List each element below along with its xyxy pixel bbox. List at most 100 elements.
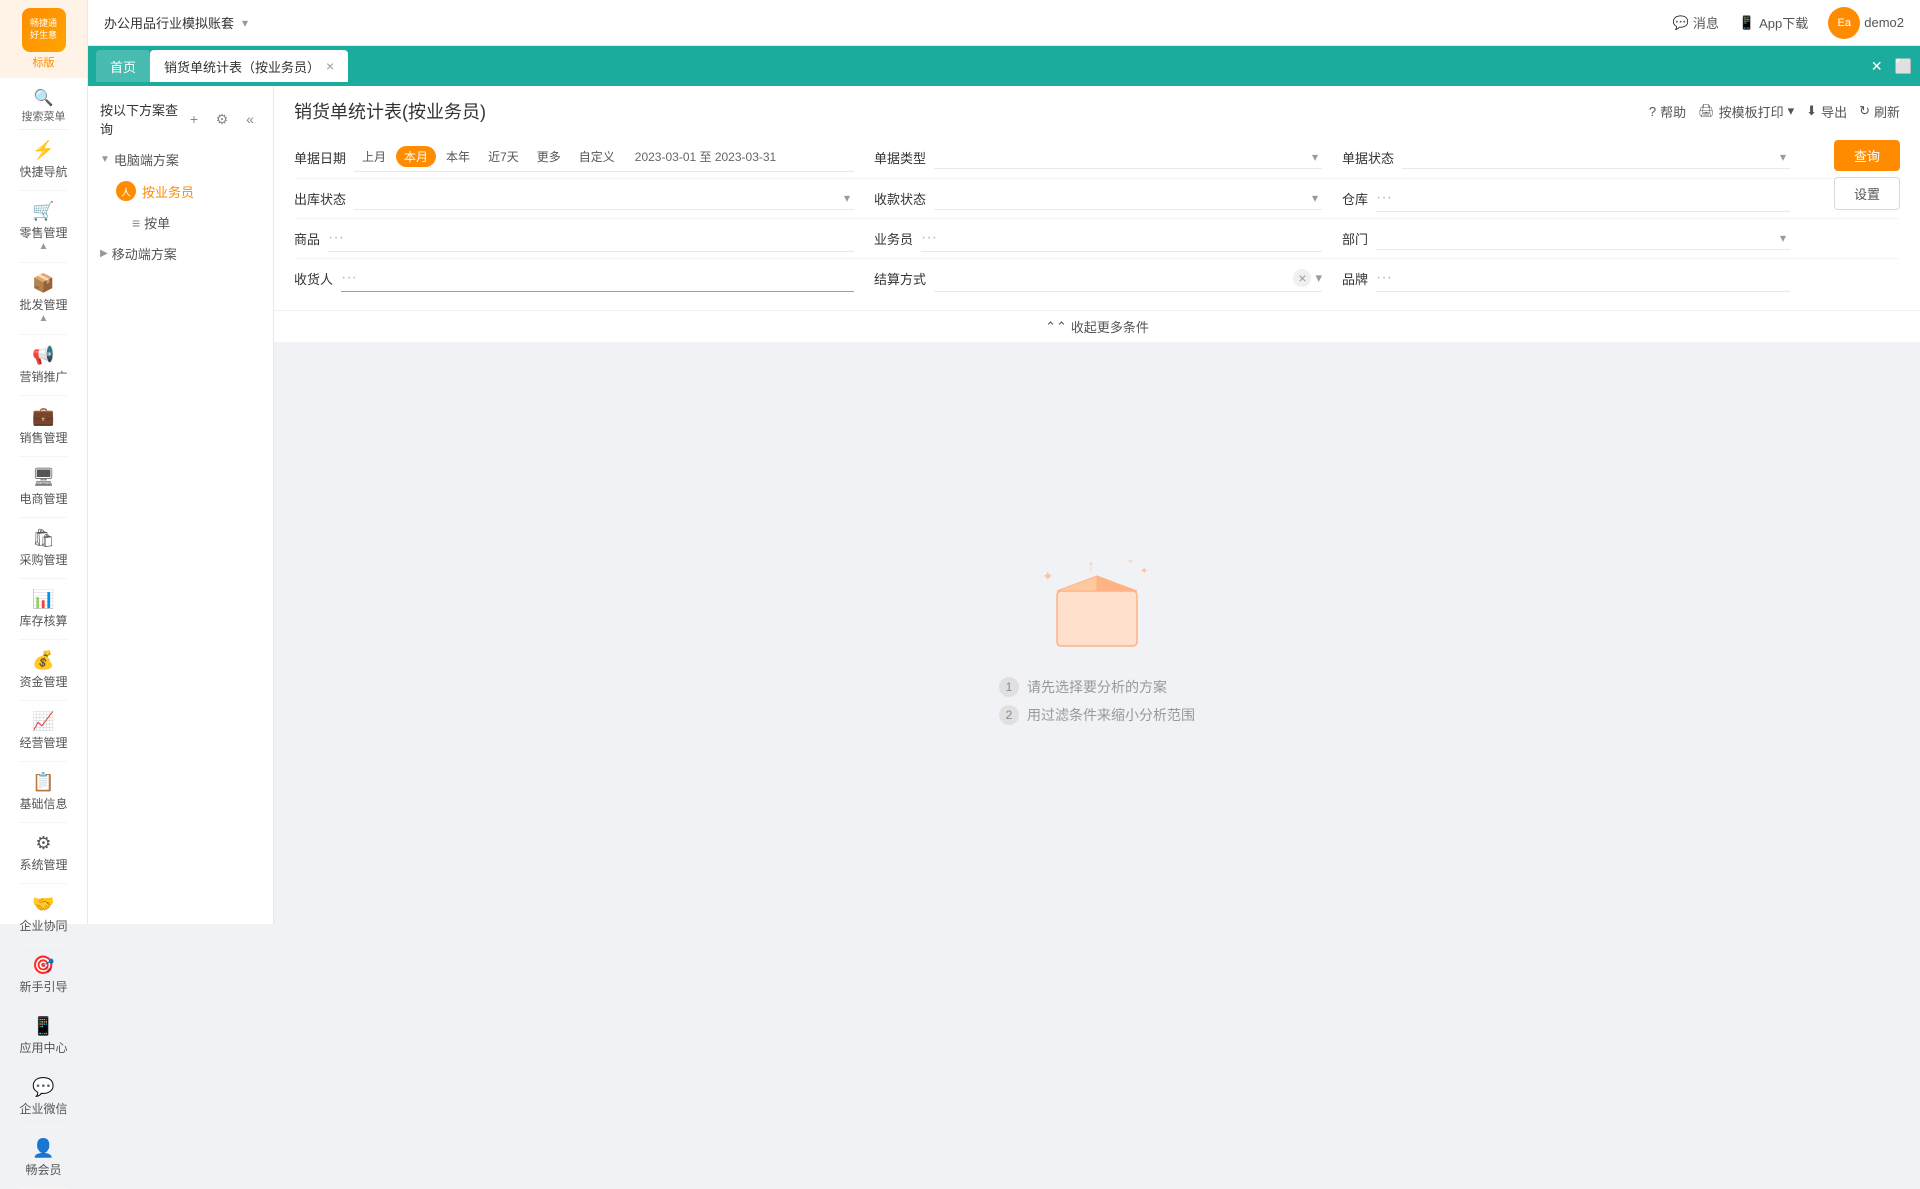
filter-warehouse: 仓库 ··· bbox=[1342, 185, 1900, 212]
refresh-btn[interactable]: ↻ 刷新 bbox=[1859, 102, 1900, 121]
filter-area: 单据日期 上月 本月 本年 近7天 更多 自定义 20 bbox=[274, 136, 1920, 310]
add-scheme-btn[interactable]: + bbox=[183, 108, 205, 130]
tab-home-label: 首页 bbox=[110, 57, 136, 76]
filter-row-4: 收货人 ··· 结算方式 × bbox=[294, 259, 1900, 298]
scheme-doc-icon: ≡ bbox=[132, 215, 140, 231]
scheme-item-doc[interactable]: ≡ 按单 bbox=[88, 207, 273, 238]
help-icon: ? bbox=[1649, 104, 1656, 119]
print-arrow: ▾ bbox=[1788, 103, 1795, 119]
tab-bar: 首页 销货单统计表（按业务员） × ✕ ⬜ bbox=[88, 46, 1920, 86]
sidebar-item-enterprise[interactable]: 🤝企业协同 bbox=[19, 884, 67, 945]
stock-status-select[interactable]: ▾ bbox=[354, 191, 854, 205]
brand-picker[interactable]: ··· bbox=[1376, 269, 1392, 287]
payment-status-select[interactable]: ▾ bbox=[934, 191, 1322, 205]
collapse-more-btn[interactable]: ⌃⌃ 收起更多条件 bbox=[1045, 317, 1149, 336]
hint-2-text: 用过滤条件来缩小分析范围 bbox=[1027, 705, 1195, 725]
help-btn[interactable]: ? 帮助 bbox=[1649, 102, 1686, 121]
receiver-control: ··· bbox=[341, 265, 854, 292]
settlement-label: 结算方式 bbox=[874, 269, 926, 288]
scheme-group-mobile-header[interactable]: ▶ 移动端方案 bbox=[88, 238, 273, 269]
header-dropdown-arrow[interactable]: ▾ bbox=[242, 16, 248, 30]
sidebar-item-marketing[interactable]: 📢营销推广 bbox=[19, 335, 67, 396]
doc-type-select[interactable]: ▾ bbox=[934, 150, 1322, 164]
sidebar-item-enterprise-wechat[interactable]: 💬企业微信 bbox=[19, 1067, 67, 1128]
app-download-btn[interactable]: 📱 App下载 bbox=[1739, 13, 1808, 32]
date-tab-this-month[interactable]: 本月 bbox=[396, 146, 436, 167]
sidebar-item-system[interactable]: ⚙系统管理 bbox=[19, 823, 67, 884]
query-btn[interactable]: 查询 bbox=[1834, 140, 1900, 171]
scheme-group-desktop-header[interactable]: ▼ 电脑端方案 bbox=[88, 144, 273, 175]
group-label: 电脑端方案 bbox=[114, 150, 179, 169]
doc-status-label: 单据状态 bbox=[1342, 148, 1394, 167]
empty-hint-2: 2 用过滤条件来缩小分析范围 bbox=[999, 705, 1195, 725]
filter-receiver: 收货人 ··· bbox=[294, 265, 854, 292]
print-btn[interactable]: 🖨 按模板打印 ▾ bbox=[1698, 102, 1794, 121]
left-panel: 按以下方案查询 + ⚙ « ▼ 电脑端方案 人 按业务员 ≡ 按 bbox=[88, 86, 274, 924]
logo-subtitle: 标版 bbox=[33, 54, 55, 70]
export-btn[interactable]: ⬇ 导出 bbox=[1806, 102, 1847, 121]
filter-product: 商品 ··· bbox=[294, 225, 854, 252]
top-header: 办公用品行业模拟账套 ▾ 💬 消息 📱 App下载 Ea demo2 bbox=[88, 0, 1920, 46]
settlement-clear-btn[interactable]: × bbox=[1293, 269, 1311, 287]
sidebar-item-member[interactable]: 👤畅会员 bbox=[19, 1128, 67, 1189]
sidebar-item-wholesale[interactable]: 📦批发管理▲ bbox=[19, 263, 67, 335]
date-tab-more[interactable]: 更多 bbox=[529, 146, 569, 167]
sidebar-item-finance[interactable]: 💰资金管理 bbox=[19, 640, 67, 701]
product-picker[interactable]: ··· bbox=[328, 229, 344, 247]
collapse-label: 收起更多条件 bbox=[1071, 317, 1149, 336]
sidebar-item-basic-info[interactable]: 📋基础信息 bbox=[19, 762, 67, 823]
header-right: 💬 消息 📱 App下载 Ea demo2 bbox=[1673, 7, 1904, 39]
close-window-icon[interactable]: ✕ bbox=[1871, 58, 1883, 75]
sidebar-item-inventory[interactable]: 📊库存核算 bbox=[19, 579, 67, 640]
page-content: 按以下方案查询 + ⚙ « ▼ 电脑端方案 人 按业务员 ≡ 按 bbox=[88, 86, 1920, 924]
sidebar-item-new-guide[interactable]: 🎯新手引导 bbox=[19, 945, 67, 1006]
warehouse-picker[interactable]: ··· bbox=[1376, 189, 1392, 207]
tab-close-icon[interactable]: × bbox=[326, 58, 334, 74]
right-content: 销货单统计表(按业务员) ? 帮助 🖨 按模板打印 ▾ bbox=[274, 86, 1920, 924]
filter-settlement: 结算方式 × ▾ bbox=[874, 265, 1322, 292]
sidebar-quick-nav[interactable]: ⚡快捷导航 bbox=[19, 130, 67, 191]
sidebar-item-operations[interactable]: 📈经营管理 bbox=[19, 701, 67, 762]
doc-status-select[interactable]: ▾ bbox=[1402, 150, 1790, 164]
stock-status-arrow: ▾ bbox=[844, 191, 850, 205]
scheme-item-salesperson[interactable]: 人 按业务员 bbox=[88, 175, 273, 207]
receiver-picker[interactable]: ··· bbox=[341, 269, 357, 287]
sidebar-item-sales[interactable]: 💼销售管理 bbox=[19, 396, 67, 457]
sidebar-item-app-center[interactable]: 📱应用中心 bbox=[19, 1006, 67, 1067]
sidebar-search-menu[interactable]: 🔍搜索菜单 bbox=[19, 78, 67, 130]
user-profile[interactable]: Ea demo2 bbox=[1828, 7, 1904, 39]
sidebar-item-retail[interactable]: 🛒零售管理▲ bbox=[19, 191, 67, 263]
department-select[interactable]: ▾ bbox=[1376, 231, 1790, 245]
sidebar-item-ecommerce[interactable]: 🖥电商管理 bbox=[19, 457, 67, 518]
settlement-arrow: ▾ bbox=[1315, 270, 1322, 286]
hint-2-num: 2 bbox=[999, 705, 1019, 725]
salesperson-picker[interactable]: ··· bbox=[921, 229, 937, 247]
date-tab-this-year[interactable]: 本年 bbox=[438, 146, 478, 167]
avatar-text: Ea bbox=[1838, 17, 1851, 29]
settings-btn[interactable]: 设置 bbox=[1834, 177, 1900, 210]
tab-sales-stat[interactable]: 销货单统计表（按业务员） × bbox=[150, 50, 348, 82]
table-area: ✦ ✦ ✦ ↑ 1 请先选择要分析的方案 2 bbox=[274, 342, 1920, 924]
page-header: 销货单统计表(按业务员) ? 帮助 🖨 按模板打印 ▾ bbox=[274, 86, 1920, 124]
salesperson-control: ··· bbox=[921, 225, 1322, 252]
sidebar: 畅捷通好生意 标版 🔍搜索菜单⚡快捷导航🛒零售管理▲📦批发管理▲📢营销推广💼销售… bbox=[0, 0, 88, 924]
receiver-label: 收货人 bbox=[294, 269, 333, 288]
date-tab-last-month[interactable]: 上月 bbox=[354, 146, 394, 167]
settlement-control: × ▾ bbox=[934, 265, 1322, 292]
department-label: 部门 bbox=[1342, 229, 1368, 248]
warehouse-control: ··· bbox=[1376, 185, 1790, 212]
tab-home[interactable]: 首页 bbox=[96, 50, 150, 82]
date-tab-7days[interactable]: 近7天 bbox=[480, 146, 527, 167]
collapse-panel-btn[interactable]: « bbox=[239, 108, 261, 130]
scheme-salesperson-icon: 人 bbox=[116, 181, 136, 201]
date-tab-custom[interactable]: 自定义 bbox=[571, 146, 623, 167]
empty-hint-1: 1 请先选择要分析的方案 bbox=[999, 677, 1195, 697]
message-btn[interactable]: 💬 消息 bbox=[1673, 13, 1719, 32]
scheme-doc-label: 按单 bbox=[144, 213, 170, 232]
doc-type-arrow: ▾ bbox=[1312, 150, 1318, 164]
filter-stock-status: 出库状态 ▾ bbox=[294, 187, 854, 210]
maximize-icon[interactable]: ⬜ bbox=[1895, 58, 1912, 75]
sidebar-item-purchase[interactable]: 🛍采购管理 bbox=[19, 518, 67, 579]
settings-scheme-btn[interactable]: ⚙ bbox=[211, 108, 233, 130]
main-area: 办公用品行业模拟账套 ▾ 💬 消息 📱 App下载 Ea demo2 首页 bbox=[88, 0, 1920, 924]
